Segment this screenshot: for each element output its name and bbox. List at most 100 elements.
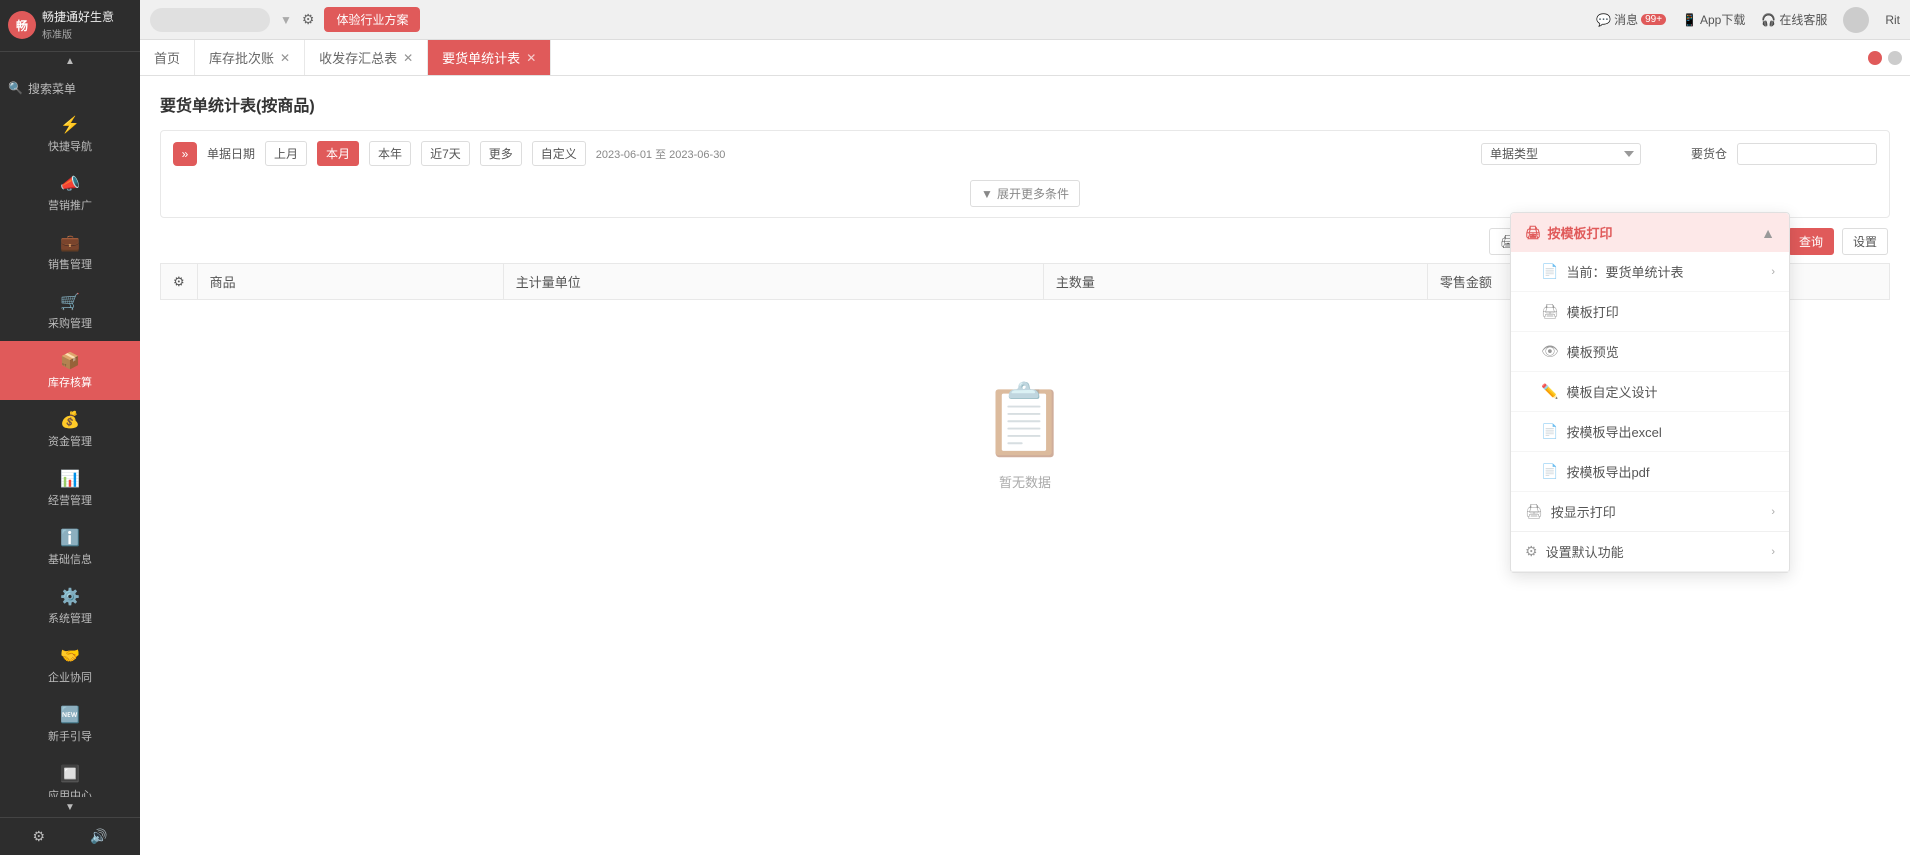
finance-icon: 💰 — [60, 410, 80, 430]
window-btns — [1860, 40, 1910, 75]
template-pdf-label: 按模板导出pdf — [1566, 462, 1649, 481]
sidebar-item-finance[interactable]: 💰 资金管理 — [0, 400, 140, 459]
scroll-up-btn[interactable]: ▲ — [0, 52, 140, 72]
message-icon: 💬 — [1596, 13, 1611, 27]
tabs-bar: 首页 库存批次账 ✕ 收发存汇总表 ✕ 要货单统计表 ✕ — [140, 40, 1910, 76]
sidebar-item-guide[interactable]: 🆕 新手引导 — [0, 695, 140, 754]
messages-btn[interactable]: 💬 消息 99+ — [1596, 11, 1666, 28]
search-label: 搜索菜单 — [28, 80, 76, 97]
type-select[interactable]: 单据类型 — [1481, 143, 1641, 165]
window-max-btn[interactable] — [1888, 51, 1902, 65]
online-service-label: 在线客服 — [1779, 11, 1827, 28]
sidebar-item-label: 销售管理 — [48, 256, 92, 272]
quick-nav-icon: ⚡ — [60, 115, 80, 135]
tab-receivables-label: 收发存汇总表 — [319, 48, 397, 67]
query-btn[interactable]: 查询 — [1788, 228, 1834, 255]
date-btn-7days[interactable]: 近7天 — [421, 141, 470, 166]
sidebar-item-label: 采购管理 — [48, 315, 92, 331]
sidebar-item-basic[interactable]: ℹ️ 基础信息 — [0, 518, 140, 577]
tab-receivables[interactable]: 收发存汇总表 ✕ — [305, 40, 428, 75]
empty-text: 暂无数据 — [999, 472, 1051, 491]
template-excel-label: 按模板导出excel — [1566, 422, 1661, 441]
tab-inventory-batch-close[interactable]: ✕ — [280, 51, 290, 65]
sidebar-item-label: 快捷导航 — [48, 138, 92, 154]
dropdown-current-item[interactable]: 📄 当前：要货单统计表 › — [1511, 252, 1789, 292]
scroll-down-btn[interactable]: ▼ — [0, 797, 140, 817]
tab-order-stats[interactable]: 要货单统计表 ✕ — [428, 40, 551, 75]
sidebar-item-system[interactable]: ⚙️ 系统管理 — [0, 577, 140, 636]
operations-icon: 📊 — [60, 469, 80, 489]
dropdown-set-default[interactable]: ⚙ 设置默认功能 › — [1511, 532, 1789, 572]
expand-icon: ▼ — [981, 187, 993, 201]
marketing-icon: 📣 — [60, 174, 80, 194]
corp-icon: 🤝 — [60, 646, 80, 666]
filter-toggle-btn[interactable]: » — [173, 142, 197, 166]
dropdown-template-print[interactable]: 🖨 模板打印 — [1511, 292, 1789, 332]
tab-inventory-batch-label: 库存批次账 — [209, 48, 274, 67]
topbar: ▼ ⚙ 体验行业方案 💬 消息 99+ 📱 App下载 🎧 在线客服 Rit — [140, 0, 1910, 40]
search-icon: 🔍 — [8, 81, 23, 95]
filter-bar: » 单据日期 上月 本月 本年 近7天 更多 自定义 2023-06-01 至 … — [160, 130, 1890, 218]
tab-order-stats-close[interactable]: ✕ — [526, 51, 536, 65]
sidebar-item-apps[interactable]: 🔲 应用中心 — [0, 754, 140, 797]
topbar-gear-btn[interactable]: ⚙ — [302, 11, 315, 28]
current-label: 当前：要货单统计表 — [1566, 262, 1683, 281]
sidebar-item-operations[interactable]: 📊 经营管理 — [0, 459, 140, 518]
date-label: 单据日期 — [207, 145, 255, 162]
dropdown-template-excel[interactable]: 📄 按模板导出excel — [1511, 412, 1789, 452]
date-btn-this-month[interactable]: 本月 — [317, 141, 359, 166]
sidebar-item-label: 资金管理 — [48, 433, 92, 449]
online-service-btn[interactable]: 🎧 在线客服 — [1761, 11, 1827, 28]
guide-icon: 🆕 — [60, 705, 80, 725]
dropdown-template-preview[interactable]: 👁 模板预览 — [1511, 332, 1789, 372]
current-doc-icon: 📄 — [1541, 263, 1558, 280]
sidebar-item-sales[interactable]: 💼 销售管理 — [0, 223, 140, 282]
sidebar-search[interactable]: 🔍 搜索菜单 — [0, 72, 140, 105]
topbar-dropdown-arrow[interactable]: ▼ — [280, 13, 292, 27]
sound-bottom-btn[interactable]: 🔊 — [90, 828, 107, 845]
sidebar-item-quick-nav[interactable]: ⚡ 快捷导航 — [0, 105, 140, 164]
dropdown-template-design[interactable]: ✏️ 模板自定义设计 — [1511, 372, 1789, 412]
topbar-search-bar[interactable] — [150, 8, 270, 32]
window-close-btn[interactable] — [1868, 51, 1882, 65]
dropdown-template-pdf[interactable]: 📄 按模板导出pdf — [1511, 452, 1789, 492]
date-btn-last-month[interactable]: 上月 — [265, 141, 307, 166]
tab-inventory-batch[interactable]: 库存批次账 ✕ — [195, 40, 305, 75]
tab-receivables-close[interactable]: ✕ — [403, 51, 413, 65]
settings-btn[interactable]: 设置 — [1842, 228, 1888, 255]
inventory-icon: 📦 — [60, 351, 80, 371]
sidebar-item-marketing[interactable]: 📣 营销推广 — [0, 164, 140, 223]
avatar[interactable] — [1843, 7, 1869, 33]
sidebar: 畅 畅捷通好生意 标准版 ▲ 🔍 搜索菜单 ⚡ 快捷导航 📣 营销推广 💼 销售… — [0, 0, 140, 855]
tab-order-stats-label: 要货单统计表 — [442, 48, 520, 67]
dropdown-header: 🖨 按模板打印 ▲ — [1511, 213, 1789, 252]
dropdown-display-print[interactable]: 🖨 按显示打印 › — [1511, 492, 1789, 532]
industry-btn[interactable]: 体验行业方案 — [324, 7, 420, 32]
sidebar-item-corp[interactable]: 🤝 企业协同 — [0, 636, 140, 695]
settings-bottom-btn[interactable]: ⚙ — [33, 828, 46, 845]
expand-more-btn[interactable]: ▼ 展开更多条件 — [970, 180, 1080, 207]
filter-row: » 单据日期 上月 本月 本年 近7天 更多 自定义 2023-06-01 至 … — [173, 141, 1877, 166]
table-header-goods: 商品 — [197, 264, 503, 300]
page-title: 要货单统计表(按商品) — [160, 92, 1890, 116]
template-design-icon: ✏️ — [1541, 383, 1558, 400]
app-download-btn[interactable]: 📱 App下载 — [1682, 11, 1745, 28]
date-btn-custom[interactable]: 自定义 — [532, 141, 586, 166]
main-area: ▼ ⚙ 体验行业方案 💬 消息 99+ 📱 App下载 🎧 在线客服 Rit 首… — [140, 0, 1910, 855]
date-btn-this-year[interactable]: 本年 — [369, 141, 411, 166]
logo-area: 畅 畅捷通好生意 标准版 — [0, 0, 140, 52]
sidebar-item-label: 库存核算 — [48, 374, 92, 390]
system-icon: ⚙️ — [60, 587, 80, 607]
date-btn-more[interactable]: 更多 — [480, 141, 522, 166]
dropdown-current-inner: 📄 当前：要货单统计表 — [1541, 262, 1683, 281]
table-header-qty: 主数量 — [1043, 264, 1427, 300]
basic-icon: ℹ️ — [60, 528, 80, 548]
goods-input[interactable] — [1737, 143, 1877, 165]
purchase-icon: 🛒 — [60, 292, 80, 312]
dropdown-close-btn[interactable]: ▲ — [1761, 225, 1775, 241]
template-excel-icon: 📄 — [1541, 423, 1558, 440]
tab-home[interactable]: 首页 — [140, 40, 195, 75]
sidebar-item-inventory[interactable]: 📦 库存核算 — [0, 341, 140, 400]
service-icon: 🎧 — [1761, 13, 1776, 27]
sidebar-item-purchase[interactable]: 🛒 采购管理 — [0, 282, 140, 341]
